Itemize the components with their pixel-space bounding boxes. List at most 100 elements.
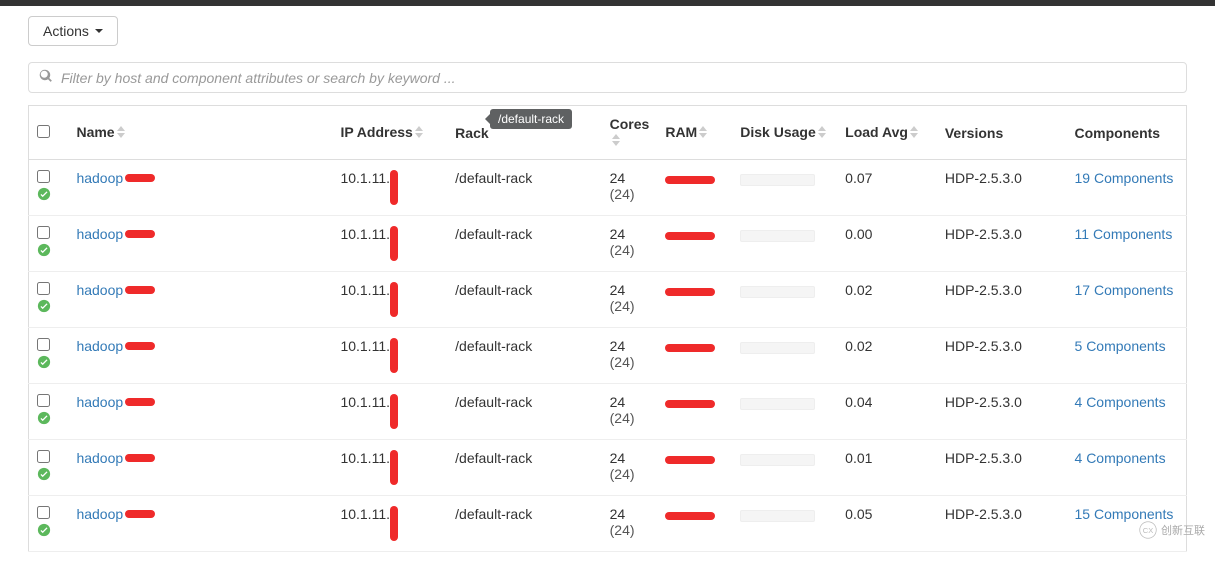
load-cell: 0.07: [837, 160, 937, 216]
version-cell: HDP-2.5.3.0: [937, 160, 1067, 216]
redaction: [390, 450, 398, 485]
host-link[interactable]: hadoop: [76, 226, 155, 242]
disk-cell: [732, 216, 837, 272]
load-cell: 0.02: [837, 272, 937, 328]
host-link[interactable]: hadoop: [76, 506, 155, 522]
components-link[interactable]: 4 Components: [1067, 440, 1187, 496]
header-disk[interactable]: Disk Usage: [732, 106, 837, 160]
actions-button[interactable]: Actions: [28, 16, 118, 46]
row-checkbox[interactable]: [37, 450, 50, 463]
disk-usage-bar: [740, 398, 815, 410]
disk-usage-bar: [740, 342, 815, 354]
ram-cell: [657, 272, 732, 328]
table-row: hadoop 10.1.11. /default-rack 24(24) 0.0…: [29, 272, 1187, 328]
components-link[interactable]: 5 Components: [1067, 328, 1187, 384]
load-cell: 0.00: [837, 216, 937, 272]
rack-cell: /default-rack: [447, 216, 601, 272]
redaction: [665, 456, 715, 464]
sort-icon: [699, 125, 707, 141]
version-cell: HDP-2.5.3.0: [937, 384, 1067, 440]
ip-cell: 10.1.11.: [332, 216, 447, 272]
search-icon: [39, 69, 61, 86]
table-row: hadoop 10.1.11. /default-rack 24(24) 0.0…: [29, 496, 1187, 552]
table-row: hadoop 10.1.11. /default-rack 24(24) 0.0…: [29, 328, 1187, 384]
filter-input[interactable]: [61, 70, 1176, 86]
components-link[interactable]: 11 Components: [1067, 216, 1187, 272]
table-row: hadoop 10.1.11. /default-rack 24(24) 0.0…: [29, 384, 1187, 440]
load-cell: 0.01: [837, 440, 937, 496]
ip-cell: 10.1.11.: [332, 496, 447, 552]
row-checkbox[interactable]: [37, 226, 50, 239]
header-ram[interactable]: RAM: [657, 106, 732, 160]
row-checkbox[interactable]: [37, 282, 50, 295]
header-ip[interactable]: IP Address: [332, 106, 447, 160]
select-all-checkbox[interactable]: [37, 125, 50, 138]
sort-icon: [117, 125, 125, 141]
redaction: [665, 512, 715, 520]
cores-cell: 24(24): [602, 496, 658, 552]
ip-cell: 10.1.11.: [332, 328, 447, 384]
ram-cell: [657, 440, 732, 496]
rack-tooltip: /default-rack: [490, 109, 572, 129]
table-row: hadoop 10.1.11. /default-rack 24(24) 0.0…: [29, 216, 1187, 272]
rack-cell: /default-rack: [447, 272, 601, 328]
version-cell: HDP-2.5.3.0: [937, 272, 1067, 328]
table-header-row: Name IP Address Rack Cores RAM Disk Usag…: [29, 106, 1187, 160]
status-ok-icon: [37, 243, 51, 260]
sort-icon: [818, 125, 826, 141]
components-link[interactable]: 17 Components: [1067, 272, 1187, 328]
host-link[interactable]: hadoop: [76, 282, 155, 298]
redaction: [125, 230, 155, 238]
rack-cell: /default-rack: [447, 440, 601, 496]
cores-cell: 24(24): [602, 440, 658, 496]
redaction: [125, 398, 155, 406]
rack-cell: /default-rack: [447, 496, 601, 552]
disk-cell: [732, 496, 837, 552]
redaction: [125, 342, 155, 350]
status-ok-icon: [37, 187, 51, 204]
row-checkbox[interactable]: [37, 506, 50, 519]
ram-cell: [657, 216, 732, 272]
rack-cell: /default-rack: [447, 384, 601, 440]
disk-cell: [732, 440, 837, 496]
filter-bar[interactable]: [28, 62, 1187, 93]
table-row: hadoop 10.1.11. /default-rack 24(24) 0.0…: [29, 160, 1187, 216]
load-cell: 0.02: [837, 328, 937, 384]
header-load[interactable]: Load Avg: [837, 106, 937, 160]
sort-icon: [415, 125, 423, 141]
redaction: [665, 176, 715, 184]
ram-cell: [657, 384, 732, 440]
table-row: hadoop 10.1.11. /default-rack 24(24) 0.0…: [29, 440, 1187, 496]
ip-cell: 10.1.11.: [332, 384, 447, 440]
redaction: [665, 232, 715, 240]
svg-text:CX: CX: [1143, 526, 1153, 535]
redaction: [125, 286, 155, 294]
status-ok-icon: [37, 523, 51, 540]
header-checkbox: [29, 106, 69, 160]
host-link[interactable]: hadoop: [76, 394, 155, 410]
redaction: [665, 344, 715, 352]
row-checkbox[interactable]: [37, 394, 50, 407]
disk-cell: [732, 160, 837, 216]
cores-cell: 24(24): [602, 216, 658, 272]
cores-cell: 24(24): [602, 384, 658, 440]
hosts-table: Name IP Address Rack Cores RAM Disk Usag…: [28, 105, 1187, 552]
row-checkbox[interactable]: [37, 338, 50, 351]
redaction: [390, 226, 398, 261]
load-cell: 0.04: [837, 384, 937, 440]
header-cores[interactable]: Cores: [602, 106, 658, 160]
host-link[interactable]: hadoop: [76, 338, 155, 354]
ram-cell: [657, 328, 732, 384]
ip-cell: 10.1.11.: [332, 272, 447, 328]
host-link[interactable]: hadoop: [76, 450, 155, 466]
version-cell: HDP-2.5.3.0: [937, 496, 1067, 552]
components-link[interactable]: 4 Components: [1067, 384, 1187, 440]
redaction: [125, 454, 155, 462]
components-link[interactable]: 19 Components: [1067, 160, 1187, 216]
disk-usage-bar: [740, 174, 815, 186]
version-cell: HDP-2.5.3.0: [937, 440, 1067, 496]
sort-icon: [910, 125, 918, 141]
header-name[interactable]: Name: [68, 106, 332, 160]
host-link[interactable]: hadoop: [76, 170, 155, 186]
row-checkbox[interactable]: [37, 170, 50, 183]
